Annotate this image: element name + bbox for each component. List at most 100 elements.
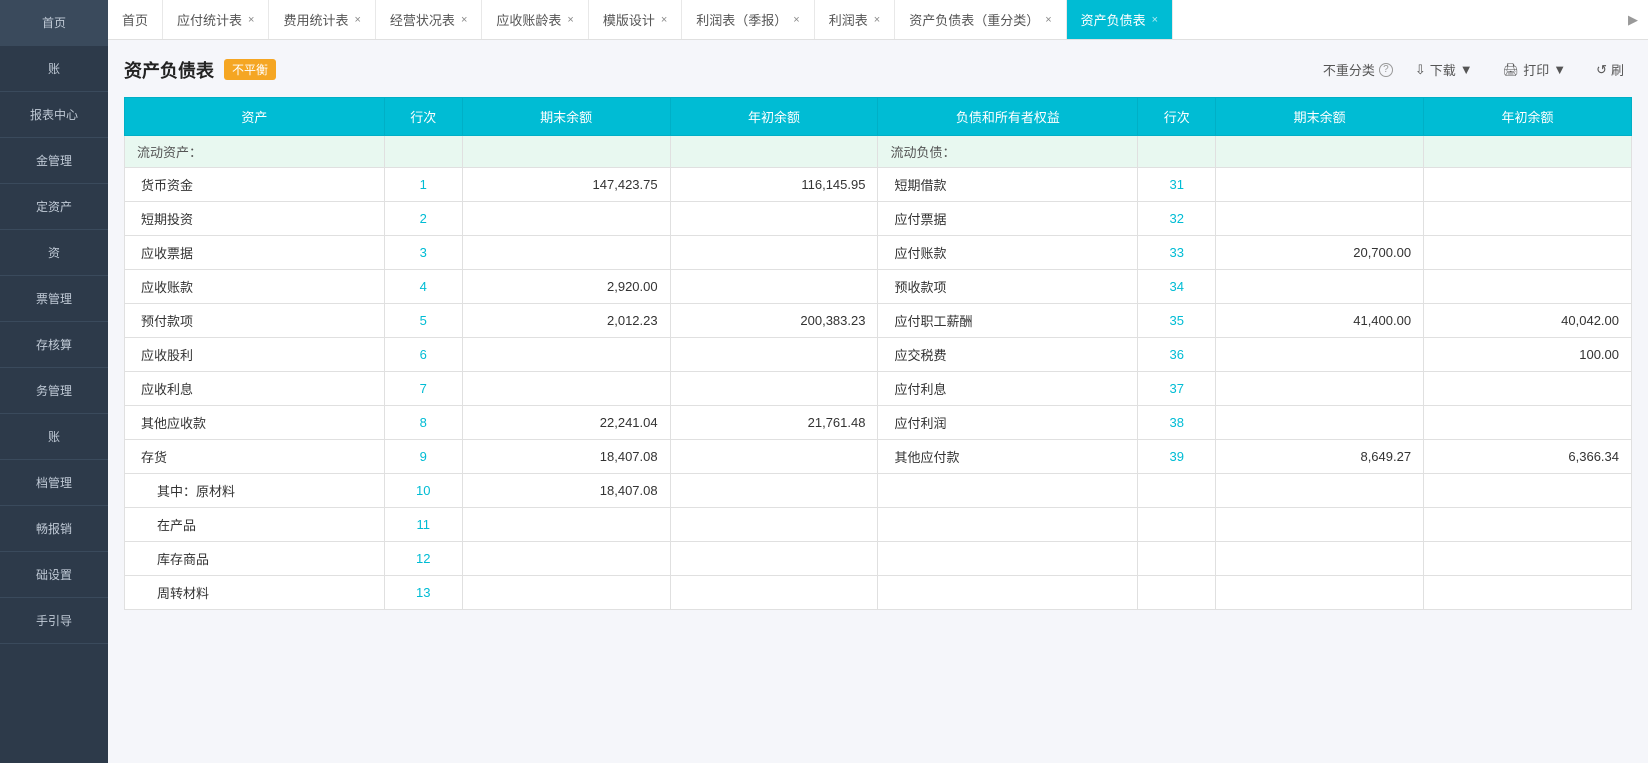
- sidebar-item-tax-mgmt[interactable]: 务管理: [0, 368, 108, 414]
- tab-close-balance[interactable]: ×: [1152, 14, 1158, 26]
- refresh-button[interactable]: ↺ 刷: [1588, 56, 1632, 83]
- cell-begin-l-2: [670, 236, 878, 270]
- cell-asset-11: 库存商品: [125, 542, 385, 576]
- cell-asset-1: 短期投资: [125, 202, 385, 236]
- sidebar-item-inventory[interactable]: 存核算: [0, 322, 108, 368]
- sidebar-item-fund-mgmt[interactable]: 金管理: [0, 138, 108, 184]
- tab-home[interactable]: 首页: [108, 0, 163, 40]
- cell-row-r-5: 36: [1138, 338, 1216, 372]
- cell-asset-12: 周转材料: [125, 576, 385, 610]
- sidebar-item-ledger[interactable]: 账: [0, 414, 108, 460]
- tab-receivable-aging[interactable]: 应收账龄表 ×: [482, 0, 588, 40]
- cell-end-l-10: [462, 508, 670, 542]
- tab-balance[interactable]: 资产负债表 ×: [1067, 0, 1173, 40]
- cell-begin-l-4: 200,383.23: [670, 304, 878, 338]
- cell-row-r-2: 33: [1138, 236, 1216, 270]
- cell-end-l-2: [462, 236, 670, 270]
- sidebar-item-account[interactable]: 账: [0, 46, 108, 92]
- cell-begin-r-12: [1424, 576, 1632, 610]
- sidebar-item-fixed-assets[interactable]: 定资产: [0, 184, 108, 230]
- cell-row-l-9: 10: [384, 474, 462, 508]
- cell-end-r-1: [1216, 202, 1424, 236]
- print-button[interactable]: 🖨 打印 ▼: [1495, 56, 1574, 83]
- col-header-row-l: 行次: [384, 98, 462, 136]
- cell-end-l-9: 18,407.08: [462, 474, 670, 508]
- info-icon: ?: [1379, 63, 1393, 77]
- sidebar-item-settings[interactable]: 础设置: [0, 552, 108, 598]
- cell-asset-6: 应收利息: [125, 372, 385, 406]
- sidebar-item-report-center[interactable]: 报表中心: [0, 92, 108, 138]
- tab-profit[interactable]: 利润表 ×: [815, 0, 895, 40]
- tab-template-design[interactable]: 模版设计 ×: [589, 0, 682, 40]
- tab-close-balance-reclassified[interactable]: ×: [1045, 14, 1051, 26]
- download-button[interactable]: ⇩ 下载 ▼: [1407, 56, 1481, 83]
- cell-begin-r-10: [1424, 508, 1632, 542]
- cell-asset-10: 在产品: [125, 508, 385, 542]
- cell-end-r-2: 20,700.00: [1216, 236, 1424, 270]
- page-header: 资产负债表 不平衡 不重分类 ? ⇩ 下载 ▼ 🖨 打印 ▼: [124, 56, 1632, 83]
- content-area: 资产负债表 不平衡 不重分类 ? ⇩ 下载 ▼ 🖨 打印 ▼: [108, 40, 1648, 763]
- tab-profit-quarterly[interactable]: 利润表（季报） ×: [682, 0, 814, 40]
- cell-row-l-5: 6: [384, 338, 462, 372]
- tab-close-payable-stats[interactable]: ×: [248, 14, 254, 26]
- tab-close-profit[interactable]: ×: [874, 14, 880, 26]
- tab-close-profit-quarterly[interactable]: ×: [793, 14, 799, 26]
- cell-liability-12: [878, 576, 1138, 610]
- table-row: 预付款项 5 2,012.23 200,383.23 应付职工薪酬 35 41,…: [125, 304, 1632, 338]
- tab-close-template-design[interactable]: ×: [661, 14, 667, 26]
- sidebar-item-archive[interactable]: 档管理: [0, 460, 108, 506]
- cell-row-r-4: 35: [1138, 304, 1216, 338]
- cell-begin-r-6: [1424, 372, 1632, 406]
- sidebar-item-home[interactable]: 首页: [0, 0, 108, 46]
- table-row: 货币资金 1 147,423.75 116,145.95 短期借款 31: [125, 168, 1632, 202]
- cell-end-r-12: [1216, 576, 1424, 610]
- cell-row-r-12: [1138, 576, 1216, 610]
- col-header-end-l: 期末余额: [462, 98, 670, 136]
- cell-end-l-11: [462, 542, 670, 576]
- tab-close-receivable-aging[interactable]: ×: [567, 14, 573, 26]
- sidebar-item-guide[interactable]: 手引导: [0, 598, 108, 644]
- tab-payable-stats[interactable]: 应付统计表 ×: [163, 0, 269, 40]
- table-row: 周转材料 13: [125, 576, 1632, 610]
- cell-liability-3: 预收款项: [878, 270, 1138, 304]
- cell-asset-2: 应收票据: [125, 236, 385, 270]
- cell-begin-r-7: [1424, 406, 1632, 440]
- cell-row-r-10: [1138, 508, 1216, 542]
- tab-close-business-status[interactable]: ×: [461, 14, 467, 26]
- sidebar-item-investment[interactable]: 资: [0, 230, 108, 276]
- tab-business-status[interactable]: 经营状况表 ×: [376, 0, 482, 40]
- cell-begin-r-5: 100.00: [1424, 338, 1632, 372]
- page-title: 资产负债表: [124, 57, 214, 83]
- cell-begin-r-2: [1424, 236, 1632, 270]
- table-row: 应收利息 7 应付利息 37: [125, 372, 1632, 406]
- toolbar-right: 不重分类 ? ⇩ 下载 ▼ 🖨 打印 ▼ ↺ 刷: [1323, 56, 1632, 83]
- cell-begin-l-9: [670, 474, 878, 508]
- cell-begin-r-9: [1424, 474, 1632, 508]
- tab-expense-stats[interactable]: 费用统计表 ×: [269, 0, 375, 40]
- tab-close-expense-stats[interactable]: ×: [354, 14, 360, 26]
- sidebar-item-expense[interactable]: 畅报销: [0, 506, 108, 552]
- no-classify-option[interactable]: 不重分类 ?: [1323, 60, 1393, 79]
- tab-scroll-right[interactable]: ▶: [1618, 12, 1648, 28]
- sidebar-item-ticket-mgmt[interactable]: 票管理: [0, 276, 108, 322]
- balance-sheet-table: 资产 行次 期末余额 年初余额 负债和所有者权益 行次 期末余额 年初余额 流动…: [124, 97, 1632, 610]
- cell-row-r-0: 31: [1138, 168, 1216, 202]
- cell-end-l-7: 22,241.04: [462, 406, 670, 440]
- tab-balance-reclassified[interactable]: 资产负债表（重分类） ×: [895, 0, 1066, 40]
- cell-liability-5: 应交税费: [878, 338, 1138, 372]
- table-row: 存货 9 18,407.08 其他应付款 39 8,649.27 6,366.3…: [125, 440, 1632, 474]
- cell-begin-l-0: 116,145.95: [670, 168, 878, 202]
- cell-begin-l-3: [670, 270, 878, 304]
- cell-asset-9: 其中：原材料: [125, 474, 385, 508]
- cell-row-l-8: 9: [384, 440, 462, 474]
- section-label-current-liabilities: 流动负债：: [878, 136, 1138, 168]
- cell-row-r-3: 34: [1138, 270, 1216, 304]
- cell-end-r-11: [1216, 542, 1424, 576]
- cell-asset-3: 应收账款: [125, 270, 385, 304]
- table-row: 在产品 11: [125, 508, 1632, 542]
- section-header-current-assets: 流动资产： 流动负债：: [125, 136, 1632, 168]
- download-chevron-icon: ▼: [1460, 62, 1473, 77]
- table-row: 短期投资 2 应付票据 32: [125, 202, 1632, 236]
- cell-row-r-11: [1138, 542, 1216, 576]
- cell-begin-l-5: [670, 338, 878, 372]
